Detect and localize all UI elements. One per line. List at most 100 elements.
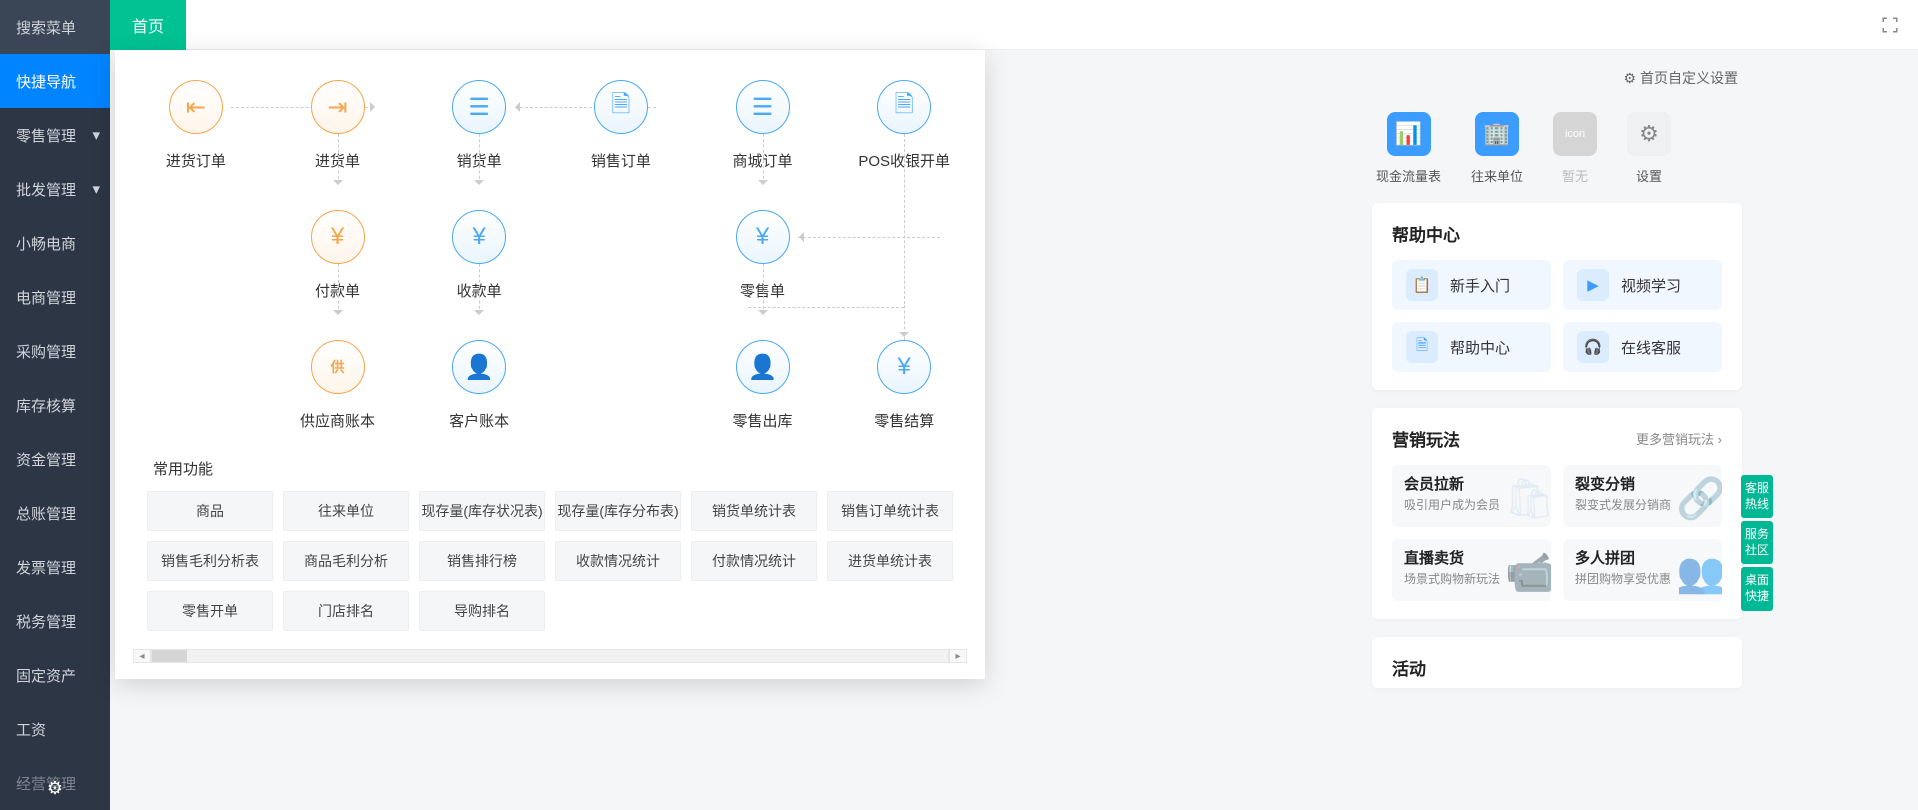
document-in-icon: ⇤ [186,93,206,122]
sidebar-settings-button[interactable]: ⚙ [0,766,110,810]
scroll-left-button[interactable]: ◂ [133,649,151,663]
sidebar-item-ecom[interactable]: 电商管理 [0,270,110,324]
customer-icon: 👤 [464,353,494,382]
play-icon: ▶ [1587,276,1599,294]
camera-icon: 📹 [1505,549,1551,596]
flow-node-sales-order[interactable]: 🗎 销售订单 [550,80,692,210]
home-customize-button[interactable]: ⚙ 首页自定义设置 [1372,60,1742,102]
common-btn[interactable]: 现存量(库存状况表) [419,491,545,531]
floating-buttons: 客服热线 服务社区 桌面快捷 [1741,475,1773,611]
common-btn[interactable]: 门店排名 [283,591,409,631]
pos-icon: 🗎 [895,87,914,128]
scroll-right-button[interactable]: ▸ [949,649,967,663]
common-btn[interactable]: 商品毛利分析 [283,541,409,581]
flow-node-mall-order[interactable]: ☰ 商城订单 [692,80,834,210]
common-btn[interactable]: 付款情况统计 [691,541,817,581]
placeholder-icon: icon [1565,128,1585,140]
flow-node-purchase-order[interactable]: ⇤ 进货订单 [125,80,267,210]
document-icon: 🗎 [611,87,630,128]
common-btn[interactable]: 收款情况统计 [555,541,681,581]
sidebar-item-inventory[interactable]: 库存核算 [0,378,110,432]
sidebar-item-purchase[interactable]: 采购管理 [0,324,110,378]
flow-node-purchase[interactable]: ⇥ 进货单 [267,80,409,210]
tile-settings[interactable]: ⚙ 设置 [1627,112,1671,185]
common-btn[interactable]: 往来单位 [283,491,409,531]
document-out-icon: ⇥ [327,93,347,122]
help-item-video[interactable]: ▶视频学习 [1563,260,1722,310]
flow-node-retail-settle[interactable]: ¥ 零售结算 [833,340,975,450]
sidebar-item-funds[interactable]: 资金管理 [0,432,110,486]
flow-node-supplier-book[interactable]: 供 供应商账本 [267,340,409,450]
float-desktop[interactable]: 桌面快捷 [1741,567,1773,610]
help-item-service[interactable]: 🎧在线客服 [1563,322,1722,372]
flow-node-sales[interactable]: ☰ 销货单 [408,80,550,210]
flow-node-retail-out[interactable]: 👤 零售出库 [692,340,834,450]
tab-home[interactable]: 首页 [110,0,186,50]
topbar: 首页 [110,0,1918,50]
fullscreen-button[interactable] [1874,9,1906,41]
sidebar-item-invoice[interactable]: 发票管理 [0,540,110,594]
money-icon: ¥ [756,223,769,251]
quicknav-flyout: ⇤ 进货订单 ⇥ 进货单 ☰ 销货单 🗎 销售订单 [115,50,985,679]
help-card: 帮助中心 📋新手入门 ▶视频学习 🗎帮助中心 🎧在线客服 [1372,203,1742,390]
common-btn[interactable]: 进货单统计表 [827,541,953,581]
float-community[interactable]: 服务社区 [1741,521,1773,564]
sidebar-item-ledger[interactable]: 总账管理 [0,486,110,540]
horizontal-scrollbar[interactable]: ◂ ▸ [125,649,975,669]
marketing-card: 营销玩法 更多营销玩法 › 会员拉新吸引用户成为会员🛍 裂变分销裂变式发展分销商… [1372,408,1742,619]
mkt-item-fission[interactable]: 裂变分销裂变式发展分销商🔗 [1563,465,1722,527]
settle-icon: ¥ [898,353,911,381]
table-icon: 📊 [1395,121,1422,147]
help-title: 帮助中心 [1392,221,1460,246]
help-item-guide[interactable]: 📋新手入门 [1392,260,1551,310]
common-btn[interactable]: 导购排名 [419,591,545,631]
chevron-down-icon: ▾ [92,180,100,198]
help-item-center[interactable]: 🗎帮助中心 [1392,322,1551,372]
chevron-down-icon: ▾ [92,126,100,144]
supplier-icon: 供 [331,357,345,377]
marketing-more-link[interactable]: 更多营销玩法 › [1636,429,1722,448]
common-functions-title: 常用功能 [153,458,975,479]
flow-node-receipt[interactable]: ¥ 收款单 [408,210,550,340]
flow-node-customer-book[interactable]: 👤 客户账本 [408,340,550,450]
group-icon: 👥 [1676,549,1722,596]
flow-node-pos[interactable]: 🗎 POS收银开单 [833,80,975,210]
sidebar: 搜索菜单 快捷导航 零售管理▾ 批发管理▾ 小畅电商 电商管理 采购管理 库存核… [0,0,110,810]
doc-icon: 🗎 [1416,335,1428,360]
clipboard-icon: 📋 [1413,276,1432,294]
mkt-item-group[interactable]: 多人拼团拼团购物享受优惠👥 [1563,539,1722,601]
sidebar-item-salary[interactable]: 工资 [0,702,110,756]
fullscreen-icon [1881,16,1899,34]
common-btn[interactable]: 销售毛利分析表 [147,541,273,581]
tile-cashflow[interactable]: 📊 现金流量表 [1376,112,1441,185]
mkt-item-live[interactable]: 直播卖货场景式购物新玩法📹 [1392,539,1551,601]
common-btn[interactable]: 零售开单 [147,591,273,631]
flow-node-retail[interactable]: ¥ 零售单 [692,210,834,340]
bag-icon: 🛍 [1504,475,1551,522]
gear-icon: ⚙ [1623,70,1636,87]
mkt-item-member[interactable]: 会员拉新吸引用户成为会员🛍 [1392,465,1551,527]
flow-node-payment[interactable]: ¥ 付款单 [267,210,409,340]
right-column: ⚙ 首页自定义设置 📊 现金流量表 🏢 往来单位 icon 暂无 ⚙ 设置 帮助… [1372,60,1742,706]
common-btn[interactable]: 销货单统计表 [691,491,817,531]
marketing-title: 营销玩法 [1392,426,1460,451]
common-btn[interactable]: 销售订单统计表 [827,491,953,531]
common-btn[interactable]: 销售排行榜 [419,541,545,581]
sidebar-item-tax[interactable]: 税务管理 [0,594,110,648]
float-hotline[interactable]: 客服热线 [1741,475,1773,518]
sidebar-item-retail[interactable]: 零售管理▾ [0,108,110,162]
list-icon: ☰ [468,93,490,122]
sidebar-item-wholesale[interactable]: 批发管理▾ [0,162,110,216]
sidebar-item-xcds[interactable]: 小畅电商 [0,216,110,270]
gear-icon: ⚙ [47,778,63,799]
tile-empty[interactable]: icon 暂无 [1553,112,1597,185]
common-btn[interactable]: 现存量(库存分布表) [555,491,681,531]
money-icon: ¥ [331,223,344,251]
sidebar-item-search[interactable]: 搜索菜单 [0,0,110,54]
sidebar-item-assets[interactable]: 固定资产 [0,648,110,702]
common-btn[interactable]: 商品 [147,491,273,531]
headset-icon: 🎧 [1584,338,1603,356]
sidebar-item-quicknav[interactable]: 快捷导航 [0,54,110,108]
tile-partner[interactable]: 🏢 往来单位 [1471,112,1523,185]
common-functions-grid: 商品 往来单位 现存量(库存状况表) 现存量(库存分布表) 销货单统计表 销售订… [125,491,975,649]
